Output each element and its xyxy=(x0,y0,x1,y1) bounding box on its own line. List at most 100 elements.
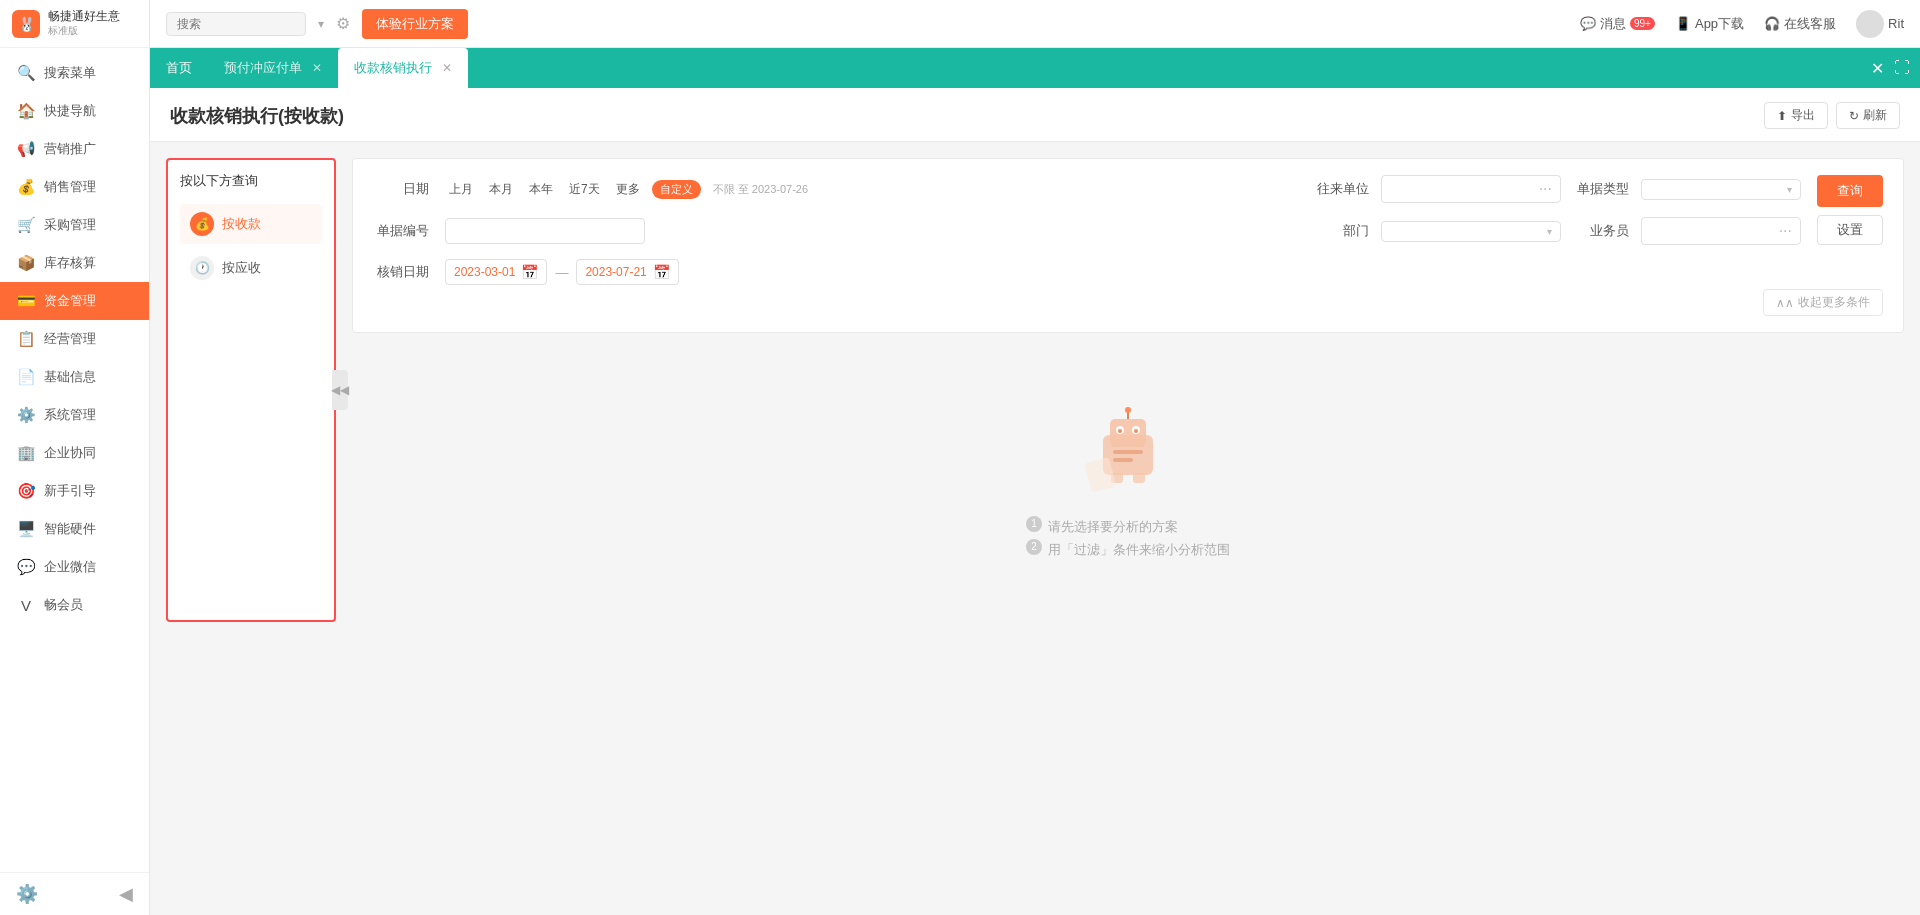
logo-sub: 标准版 xyxy=(48,24,120,38)
date-last-month[interactable]: 上月 xyxy=(445,179,477,200)
svg-point-4 xyxy=(1118,429,1122,433)
setting-button[interactable]: 设置 xyxy=(1817,215,1883,245)
svg-point-5 xyxy=(1134,429,1138,433)
verify-date-start-input[interactable]: 2023-03-01 📅 xyxy=(445,259,547,285)
filter-row-1: 日期 上月 本月 本年 近7天 更多 自定义 不限 至 2023-07-26 xyxy=(373,175,1801,203)
message-item[interactable]: 💬 消息 99+ xyxy=(1580,15,1655,33)
sidebar-item-wechat[interactable]: 💬 企业微信 xyxy=(0,548,149,586)
right-panel: 日期 上月 本月 本年 近7天 更多 自定义 不限 至 2023-07-26 xyxy=(352,158,1904,622)
page-title-row: 收款核销执行(按收款) ⬆ 导出 ↻ 刷新 xyxy=(170,102,1900,129)
verify-date-end-text: 2023-07-21 xyxy=(585,265,646,279)
filter-row-2: 单据编号 部门 ▾ 业务员 xyxy=(373,217,1801,245)
doc-type-label: 单据类型 xyxy=(1573,180,1629,198)
export-button[interactable]: ⬆ 导出 xyxy=(1764,102,1828,129)
date-custom[interactable]: 自定义 xyxy=(652,180,701,199)
staff-dots-icon[interactable]: ··· xyxy=(1779,222,1792,240)
sidebar-item-label-system: 系统管理 xyxy=(44,406,96,424)
page-area: 收款核销执行(按收款) ⬆ 导出 ↻ 刷新 按以下方查询 xyxy=(150,88,1920,915)
date-this-month[interactable]: 本月 xyxy=(485,179,517,200)
sidebar-item-operations[interactable]: 📋 经营管理 xyxy=(0,320,149,358)
date-more[interactable]: 更多 xyxy=(612,179,644,200)
sidebar-item-label-sales: 销售管理 xyxy=(44,178,96,196)
dept-select[interactable]: ▾ xyxy=(1381,221,1561,242)
sidebar-item-system[interactable]: ⚙️ 系统管理 xyxy=(0,396,149,434)
panel-collapse-arrow[interactable]: ◀◀ xyxy=(332,370,348,410)
marketing-icon: 📢 xyxy=(16,140,36,158)
verify-date-end-input[interactable]: 2023-07-21 📅 xyxy=(576,259,678,285)
sidebar-item-label-finance: 资金管理 xyxy=(44,292,96,310)
unit-select[interactable]: ··· xyxy=(1381,175,1561,203)
doc-type-select[interactable]: ▾ xyxy=(1641,179,1801,200)
tab-bar: 首页 预付冲应付单 ✕ 收款核销执行 ✕ ✕ ⛶ xyxy=(150,48,1920,88)
query-method-title: 按以下方查询 xyxy=(180,172,322,190)
tab-collection[interactable]: 收款核销执行 ✕ xyxy=(338,48,468,88)
close-window-icon[interactable]: ✕ xyxy=(1871,59,1884,78)
message-icon: 💬 xyxy=(1580,16,1596,31)
purchase-icon: 🛒 xyxy=(16,216,36,234)
sidebar-item-basic-info[interactable]: 📄 基础信息 xyxy=(0,358,149,396)
footer-settings-icon[interactable]: ⚙️ xyxy=(16,883,38,905)
sidebar-item-hardware[interactable]: 🖥️ 智能硬件 xyxy=(0,510,149,548)
service-icon: 🎧 xyxy=(1764,16,1780,31)
staff-select[interactable]: ··· xyxy=(1641,217,1801,245)
tip-text-1: 请先选择要分析的方案 xyxy=(1048,515,1178,538)
by-receivable-label: 按应收 xyxy=(222,259,261,277)
topbar-search-input[interactable] xyxy=(166,12,306,36)
sidebar-item-finance[interactable]: 💳 资金管理 xyxy=(0,282,149,320)
date-last-7-days[interactable]: 近7天 xyxy=(565,179,604,200)
export-icon: ⬆ xyxy=(1777,109,1787,123)
calendar-start-icon: 📅 xyxy=(521,264,538,280)
doc-no-label: 单据编号 xyxy=(373,222,429,240)
collapse-more-button[interactable]: ∧∧ 收起更多条件 xyxy=(1763,289,1883,316)
app-label: App下载 xyxy=(1695,15,1744,33)
query-button[interactable]: 查询 xyxy=(1817,175,1883,207)
sidebar-item-label-guide: 新手引导 xyxy=(44,482,96,500)
query-method-panel: 按以下方查询 💰 按收款 🕐 按应收 ◀◀ xyxy=(166,158,336,622)
refresh-button[interactable]: ↻ 刷新 xyxy=(1836,102,1900,129)
query-by-receivable[interactable]: 🕐 按应收 xyxy=(180,248,322,288)
expand-icon[interactable]: ⛶ xyxy=(1894,59,1910,77)
sidebar-item-label-purchase: 采购管理 xyxy=(44,216,96,234)
settings-gear-icon[interactable]: ⚙ xyxy=(336,14,350,33)
sidebar-item-member[interactable]: V 畅会员 xyxy=(0,586,149,624)
filter-main-area: 日期 上月 本月 本年 近7天 更多 自定义 不限 至 2023-07-26 xyxy=(373,175,1883,285)
industry-solution-button[interactable]: 体验行业方案 xyxy=(362,9,468,39)
tip-1: 1 请先选择要分析的方案 xyxy=(1026,515,1230,538)
app-download-item[interactable]: 📱 App下载 xyxy=(1675,15,1744,33)
online-service-item[interactable]: 🎧 在线客服 xyxy=(1764,15,1836,33)
date-this-year[interactable]: 本年 xyxy=(525,179,557,200)
sidebar-item-marketing[interactable]: 📢 营销推广 xyxy=(0,130,149,168)
collapse-more-label: 收起更多条件 xyxy=(1798,294,1870,311)
page-header: 收款核销执行(按收款) ⬆ 导出 ↻ 刷新 xyxy=(150,88,1920,142)
tip-2: 2 用「过滤」条件来缩小分析范围 xyxy=(1026,538,1230,561)
sidebar-item-inventory[interactable]: 📦 库存核算 xyxy=(0,244,149,282)
tabs-expand-actions: ✕ ⛶ xyxy=(1871,59,1920,78)
query-by-receipt[interactable]: 💰 按收款 xyxy=(180,204,322,244)
sidebar-item-guide[interactable]: 🎯 新手引导 xyxy=(0,472,149,510)
member-icon: V xyxy=(16,597,36,614)
sidebar-item-sales[interactable]: 💰 销售管理 xyxy=(0,168,149,206)
sidebar-item-label-enterprise: 企业协同 xyxy=(44,444,96,462)
sidebar-item-label-search: 搜索菜单 xyxy=(44,64,96,82)
tab-home[interactable]: 首页 xyxy=(150,48,208,88)
verify-date-range: 2023-03-01 📅 — 2023-07-21 📅 xyxy=(445,259,679,285)
sidebar-item-quick-nav[interactable]: 🏠 快捷导航 xyxy=(0,92,149,130)
sales-icon: 💰 xyxy=(16,178,36,196)
tab-collection-close-icon[interactable]: ✕ xyxy=(442,61,452,75)
svg-rect-1 xyxy=(1110,419,1146,447)
staff-label: 业务员 xyxy=(1573,222,1629,240)
chevron-down-icon[interactable]: ▾ xyxy=(318,17,324,31)
sidebar-item-enterprise[interactable]: 🏢 企业协同 xyxy=(0,434,149,472)
sidebar: 🐰 畅捷通好生意 标准版 🔍 搜索菜单 🏠 快捷导航 📢 营销推广 💰 销售管理… xyxy=(0,0,150,915)
doc-no-input[interactable] xyxy=(445,218,645,244)
date-unlimited: 不限 至 2023-07-26 xyxy=(713,182,808,197)
svg-rect-8 xyxy=(1113,450,1143,454)
user-info[interactable]: Rit xyxy=(1856,10,1904,38)
footer-collapse-icon[interactable]: ◀ xyxy=(119,883,133,905)
sidebar-item-purchase[interactable]: 🛒 采购管理 xyxy=(0,206,149,244)
operations-icon: 📋 xyxy=(16,330,36,348)
tab-prepay[interactable]: 预付冲应付单 ✕ xyxy=(208,48,338,88)
sidebar-item-search[interactable]: 🔍 搜索菜单 xyxy=(0,54,149,92)
tab-prepay-close-icon[interactable]: ✕ xyxy=(312,61,322,75)
unit-dots-icon[interactable]: ··· xyxy=(1539,180,1552,198)
